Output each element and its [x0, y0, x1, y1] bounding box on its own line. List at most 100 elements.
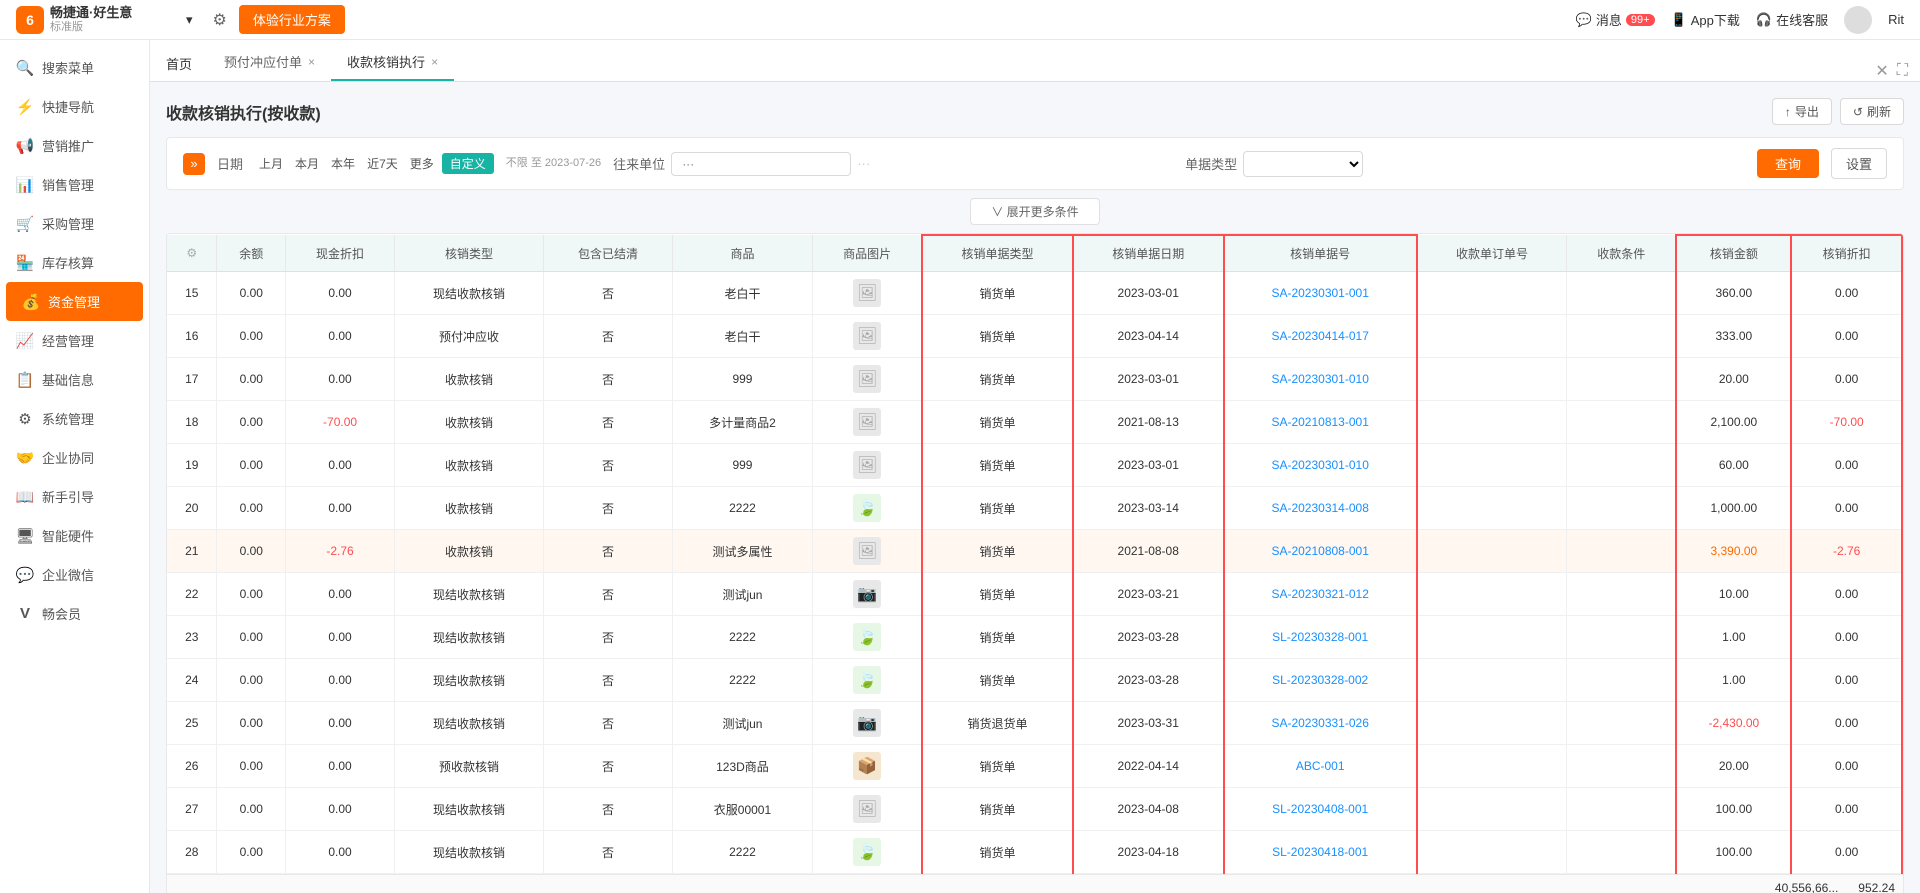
td-bill-no[interactable]: SL-20230418-001 — [1224, 831, 1417, 874]
tab-close-all-icon[interactable]: ✕ — [1875, 61, 1888, 81]
bill-no-link[interactable]: SL-20230328-001 — [1272, 630, 1368, 644]
filter-collapse-btn[interactable]: » — [183, 153, 205, 175]
date-this-month[interactable]: 本月 — [291, 153, 323, 174]
unit-filter: 往来单位 ··· — [613, 152, 1173, 176]
td-bill-no[interactable]: SA-20230301-001 — [1224, 272, 1417, 315]
td-bill-no[interactable]: SA-20230321-012 — [1224, 573, 1417, 616]
date-7days[interactable]: 近7天 — [363, 153, 402, 174]
app-download-item[interactable]: 📱 App下载 — [1671, 10, 1740, 29]
bill-no-link[interactable]: SA-20230314-008 — [1271, 501, 1368, 515]
td-product: 123D商品 — [672, 745, 812, 788]
sidebar-item-system[interactable]: ⚙ 系统管理 — [0, 399, 149, 438]
sidebar-item-search[interactable]: 🔍 搜索菜单 — [0, 48, 149, 87]
td-receipt-order-no — [1417, 444, 1567, 487]
purchase-icon: 🛒 — [16, 215, 34, 233]
data-table: ⚙ 余额 现金折扣 核销类型 包含已结清 商品 商品图片 核销单据类型 核销单据… — [167, 234, 1903, 874]
query-button[interactable]: 查询 — [1757, 149, 1819, 178]
tab-expand-icon[interactable]: ⛶ — [1897, 62, 1908, 80]
sidebar-item-member[interactable]: V 畅会员 — [0, 594, 149, 633]
bill-no-link[interactable]: SL-20230418-001 — [1272, 845, 1368, 859]
sidebar-item-management[interactable]: 📈 经营管理 — [0, 321, 149, 360]
th-settings[interactable]: ⚙ — [167, 235, 217, 272]
td-bill-no[interactable]: SA-20230331-026 — [1224, 702, 1417, 745]
sidebar-item-purchase[interactable]: 🛒 采购管理 — [0, 204, 149, 243]
bill-no-link[interactable]: SA-20210808-001 — [1271, 544, 1368, 558]
tab-receipt[interactable]: 收款核销执行 × — [331, 44, 454, 81]
td-bill-date: 2021-08-13 — [1073, 401, 1224, 444]
sidebar-item-marketing[interactable]: 📢 营销推广 — [0, 126, 149, 165]
bill-no-link[interactable]: SA-20230301-010 — [1271, 458, 1368, 472]
td-bill-no[interactable]: SA-20210808-001 — [1224, 530, 1417, 573]
sidebar-item-quicknav[interactable]: ⚡ 快捷导航 — [0, 87, 149, 126]
sidebar-item-finance[interactable]: 💰 资金管理 — [6, 282, 143, 321]
td-amount: 3,390.00 — [1676, 530, 1791, 573]
sidebar-item-guide[interactable]: 📖 新手引导 — [0, 477, 149, 516]
td-cash-discount: 0.00 — [286, 272, 395, 315]
tab-receipt-close[interactable]: × — [431, 55, 438, 69]
settings-icon[interactable]: ⚙ — [213, 10, 227, 30]
td-included: 否 — [544, 831, 673, 874]
online-service-item[interactable]: 🎧 在线客服 — [1756, 10, 1828, 29]
td-bill-no[interactable]: SA-20230314-008 — [1224, 487, 1417, 530]
expand-button[interactable]: ∨ 展开更多条件 — [970, 198, 1099, 225]
date-more[interactable]: 更多 — [406, 153, 438, 174]
date-custom[interactable]: 自定义 — [442, 153, 494, 174]
td-bill-no[interactable]: SL-20230408-001 — [1224, 788, 1417, 831]
sidebar-item-collab[interactable]: 🤝 企业协同 — [0, 438, 149, 477]
refresh-label: 刷新 — [1867, 103, 1891, 120]
th-bill-type: 核销单据类型 — [922, 235, 1073, 272]
td-bill-no[interactable]: SA-20210813-001 — [1224, 401, 1417, 444]
sidebar-item-basicinfo[interactable]: 📋 基础信息 — [0, 360, 149, 399]
td-id: 21 — [167, 530, 217, 573]
bill-no-link[interactable]: SA-20230301-010 — [1271, 372, 1368, 386]
td-bill-no[interactable]: SA-20230414-017 — [1224, 315, 1417, 358]
sidebar-item-wechat[interactable]: 💬 企业微信 — [0, 555, 149, 594]
bill-no-link[interactable]: SA-20230414-017 — [1271, 329, 1368, 343]
user-avatar[interactable] — [1844, 6, 1872, 34]
bill-no-link[interactable]: SA-20230301-001 — [1271, 286, 1368, 300]
sidebar-item-sales[interactable]: 📊 销售管理 — [0, 165, 149, 204]
td-bill-no[interactable]: SL-20230328-002 — [1224, 659, 1417, 702]
bill-no-link[interactable]: SA-20210813-001 — [1271, 415, 1368, 429]
dropdown-area[interactable]: ▾ — [178, 12, 201, 28]
tab-prepay-close[interactable]: × — [308, 55, 315, 69]
guide-icon: 📖 — [16, 488, 34, 506]
product-image: 🍃 — [853, 494, 881, 522]
unit-input[interactable] — [671, 152, 851, 176]
tab-prepay[interactable]: 预付冲应付单 × — [208, 44, 331, 81]
td-type: 现结收款核销 — [394, 788, 543, 831]
td-bill-no[interactable]: ABC-001 — [1224, 745, 1417, 788]
export-button[interactable]: ↑ 导出 — [1772, 98, 1832, 125]
bill-no-link[interactable]: SA-20230331-026 — [1271, 716, 1368, 730]
sidebar-item-hardware[interactable]: 🖥 智能硬件 — [0, 516, 149, 555]
td-product: 测试多属性 — [672, 530, 812, 573]
td-id: 25 — [167, 702, 217, 745]
td-bill-type: 销货退货单 — [922, 702, 1073, 745]
td-product: 2222 — [672, 831, 812, 874]
td-bill-no[interactable]: SL-20230328-001 — [1224, 616, 1417, 659]
solution-button[interactable]: 体验行业方案 — [239, 5, 345, 34]
td-receipt-order-no — [1417, 530, 1567, 573]
sidebar-label-purchase: 采购管理 — [42, 214, 94, 233]
tab-home[interactable]: 首页 — [150, 46, 208, 81]
td-bill-no[interactable]: SA-20230301-010 — [1224, 358, 1417, 401]
td-id: 20 — [167, 487, 217, 530]
date-last-month[interactable]: 上月 — [255, 153, 287, 174]
bill-no-link[interactable]: SL-20230328-002 — [1272, 673, 1368, 687]
table-settings-icon[interactable]: ⚙ — [186, 246, 197, 260]
refresh-button[interactable]: ↺ 刷新 — [1840, 98, 1904, 125]
settings-button[interactable]: 设置 — [1831, 148, 1887, 179]
date-this-year[interactable]: 本年 — [327, 153, 359, 174]
td-bill-no[interactable]: SA-20230301-010 — [1224, 444, 1417, 487]
td-type: 收款核销 — [394, 487, 543, 530]
type-select[interactable] — [1243, 151, 1363, 177]
td-balance: 0.00 — [217, 315, 286, 358]
bill-no-link[interactable]: ABC-001 — [1296, 759, 1345, 773]
bill-no-link[interactable]: SL-20230408-001 — [1272, 802, 1368, 816]
footer-amount: 40,556,66... — [1775, 881, 1838, 893]
sidebar-item-inventory[interactable]: 🏪 库存核算 — [0, 243, 149, 282]
logo-text: 畅捷通·好生意 标准版 — [50, 5, 132, 34]
sidebar-label-member: 畅会员 — [42, 604, 81, 623]
message-item[interactable]: 💬 消息 99+ — [1576, 10, 1655, 29]
bill-no-link[interactable]: SA-20230321-012 — [1271, 587, 1368, 601]
